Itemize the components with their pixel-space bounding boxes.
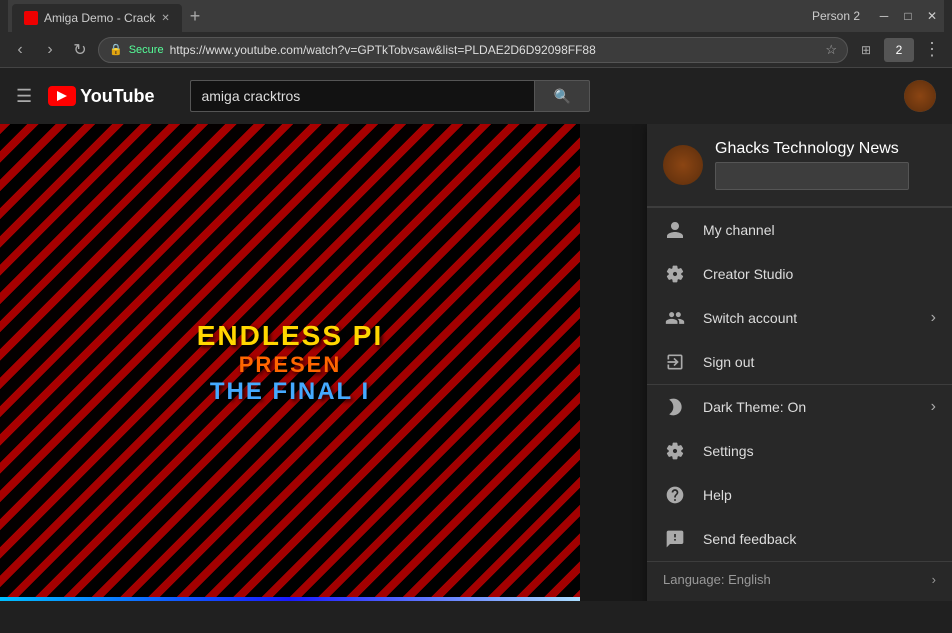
youtube-logo-text: YouTube: [80, 86, 154, 107]
switch-account-arrow: ›: [931, 309, 936, 327]
search-container: 🔍: [190, 80, 590, 112]
dropdown-avatar: [663, 145, 703, 185]
video-line1: ENDLESS PI: [197, 320, 383, 352]
dark-theme-icon: [663, 395, 687, 419]
footer-item-content-location[interactable]: Content location: United States ›: [647, 597, 952, 601]
tab-title: Amiga Demo - Crack: [44, 11, 155, 25]
dropdown-user-input[interactable]: [715, 162, 909, 190]
dropdown-user-name: Ghacks Technology News: [715, 140, 909, 158]
video-bottom-bar: [0, 597, 580, 601]
switch-account-label: Switch account: [703, 310, 915, 326]
browser-tab[interactable]: Amiga Demo - Crack ✕: [12, 4, 182, 32]
creator-studio-icon: [663, 262, 687, 286]
help-icon: [663, 483, 687, 507]
tab-close-icon[interactable]: ✕: [161, 13, 169, 24]
dark-theme-arrow: ›: [931, 398, 936, 416]
send-feedback-icon: [663, 527, 687, 551]
search-button[interactable]: 🔍: [534, 80, 590, 112]
profile-button[interactable]: 2: [884, 38, 914, 62]
url-bar[interactable]: 🔒 Secure https://www.youtube.com/watch?v…: [98, 37, 848, 63]
main-content: ENDLESS PI PRESEN THE FINAL I Ghacks Tec…: [0, 124, 952, 601]
user-dropdown-menu: Ghacks Technology News My channel Creato…: [647, 124, 952, 601]
menu-item-creator-studio[interactable]: Creator Studio: [647, 252, 952, 296]
settings-label: Settings: [703, 443, 936, 459]
help-label: Help: [703, 487, 936, 503]
minimize-button[interactable]: ─: [872, 6, 896, 26]
dark-theme-label: Dark Theme: On: [703, 399, 915, 415]
url-text: https://www.youtube.com/watch?v=GPTkTobv…: [170, 43, 820, 57]
more-button[interactable]: ⋮: [920, 38, 944, 62]
close-button[interactable]: ✕: [920, 6, 944, 26]
hamburger-icon[interactable]: ☰: [16, 86, 32, 107]
new-tab-button[interactable]: +: [182, 6, 209, 27]
menu-item-send-feedback[interactable]: Send feedback: [647, 517, 952, 561]
menu-item-switch-account[interactable]: Switch account ›: [647, 296, 952, 340]
menu-item-my-channel[interactable]: My channel: [647, 208, 952, 252]
video-frame: ENDLESS PI PRESEN THE FINAL I: [0, 124, 580, 601]
secure-icon: 🔒: [109, 43, 123, 56]
avatar-image: [904, 80, 936, 112]
tab-favicon: [24, 11, 38, 25]
sign-out-label: Sign out: [703, 354, 936, 370]
star-icon[interactable]: ☆: [825, 42, 837, 58]
menu-item-dark-theme[interactable]: Dark Theme: On ›: [647, 385, 952, 429]
reload-button[interactable]: ↻: [68, 38, 92, 62]
footer-item-language[interactable]: Language: English ›: [647, 562, 952, 597]
forward-button[interactable]: ›: [38, 38, 62, 62]
youtube-header: ☰ YouTube 🔍: [0, 68, 952, 124]
addressbar: ‹ › ↻ 🔒 Secure https://www.youtube.com/w…: [0, 32, 952, 68]
play-icon: [57, 91, 67, 101]
secure-label: Secure: [129, 44, 164, 56]
back-button[interactable]: ‹: [8, 38, 32, 62]
header-right: [904, 80, 936, 112]
video-text: ENDLESS PI PRESEN THE FINAL I: [197, 320, 383, 406]
switch-account-icon: [663, 306, 687, 330]
extensions-button[interactable]: ⊞: [854, 38, 878, 62]
youtube-logo[interactable]: YouTube: [48, 86, 154, 107]
menu-item-help[interactable]: Help: [647, 473, 952, 517]
language-arrow: ›: [932, 572, 936, 587]
youtube-logo-icon: [48, 86, 76, 106]
person-label: Person 2: [812, 9, 860, 23]
titlebar: Amiga Demo - Crack ✕ + Person 2 ─ □ ✕: [0, 0, 952, 32]
send-feedback-label: Send feedback: [703, 531, 936, 547]
menu-item-sign-out[interactable]: Sign out: [647, 340, 952, 384]
video-line2: PRESEN: [197, 352, 383, 378]
sign-out-icon: [663, 350, 687, 374]
url-actions: ☆: [825, 42, 837, 58]
dropdown-user-info: Ghacks Technology News: [715, 140, 909, 190]
my-channel-icon: [663, 218, 687, 242]
menu-item-settings[interactable]: Settings: [647, 429, 952, 473]
settings-icon: [663, 439, 687, 463]
language-label: Language: English: [663, 572, 771, 587]
maximize-button[interactable]: □: [896, 6, 920, 26]
my-channel-label: My channel: [703, 222, 936, 238]
video-player[interactable]: ENDLESS PI PRESEN THE FINAL I: [0, 124, 580, 601]
video-line3: THE FINAL I: [197, 378, 383, 406]
search-input[interactable]: [190, 80, 534, 112]
dropdown-header: Ghacks Technology News: [647, 124, 952, 207]
creator-studio-label: Creator Studio: [703, 266, 936, 282]
user-avatar[interactable]: [904, 80, 936, 112]
